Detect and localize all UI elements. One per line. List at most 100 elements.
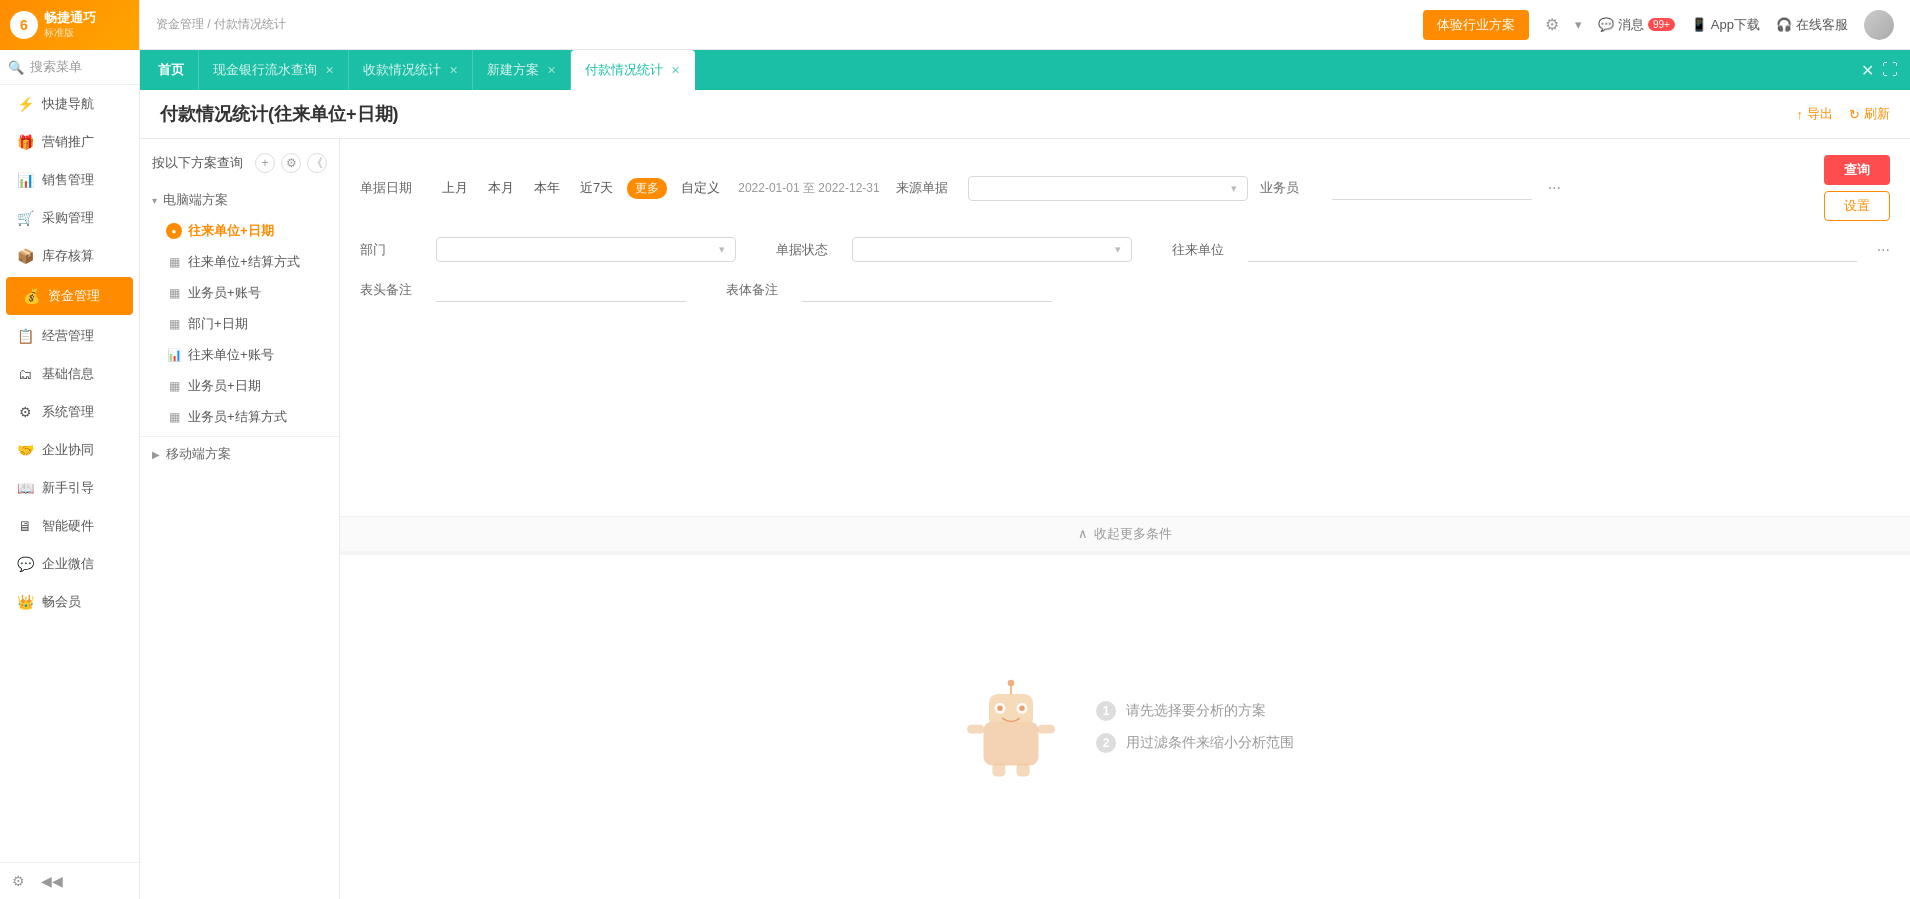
salesman-settlement-icon: ▦ <box>166 409 182 425</box>
main-area: 资金管理 / 付款情况统计 体验行业方案 ⚙ ▾ 💬 消息 99+ 📱 App下… <box>140 0 1910 899</box>
date-range-text: 2022-01-01 至 2022-12-31 <box>738 180 879 197</box>
scheme-settings-btn[interactable]: ⚙ <box>281 153 301 173</box>
tab-bank-flow[interactable]: 现金银行流水查询 ✕ <box>199 50 349 90</box>
sidebar-item-hardware[interactable]: 🖥 智能硬件 <box>0 507 139 545</box>
filter-panel: 单据日期 上月 本月 本年 近7天 更多 自定义 2022-01-01 至 20… <box>340 139 1910 516</box>
messages-badge: 99+ <box>1648 18 1675 31</box>
logo-icon: 6 <box>10 11 38 39</box>
date-last-7-days[interactable]: 近7天 <box>574 177 619 199</box>
date-current-year[interactable]: 本年 <box>528 177 566 199</box>
scheme-item-counterpart-date[interactable]: ● 往来单位+日期 <box>154 216 335 246</box>
doc-status-select[interactable]: ▾ <box>852 237 1132 262</box>
salesman-account-label: 业务员+账号 <box>188 284 261 302</box>
scheme-panel-header: 按以下方案查询 + ⚙ 《 <box>140 149 339 181</box>
sidebar-item-member[interactable]: 👑 畅会员 <box>0 583 139 621</box>
salesman-input[interactable] <box>1332 176 1512 199</box>
tab-payments[interactable]: 付款情况统计 ✕ <box>571 50 695 90</box>
tab-expand-icon[interactable]: ⛶ <box>1882 61 1898 79</box>
scheme-item-dept-date[interactable]: ▦ 部门+日期 <box>154 309 335 339</box>
pc-group-label: 电脑端方案 <box>163 191 228 209</box>
guide-icon: 📖 <box>16 479 34 497</box>
search-menu[interactable]: 🔍 搜索菜单 <box>0 50 139 85</box>
dept-label: 部门 <box>360 241 420 259</box>
service-icon: 🎧 <box>1776 17 1792 32</box>
breadcrumb: 资金管理 / 付款情况统计 <box>156 16 1411 33</box>
app-download-btn[interactable]: 📱 App下载 <box>1691 16 1760 34</box>
date-current-month[interactable]: 本月 <box>482 177 520 199</box>
system-icon: ⚙ <box>16 403 34 421</box>
date-range-block: 2022-01-01 至 2022-12-31 <box>738 180 879 197</box>
empty-hint-1: 1 请先选择要分析的方案 <box>1096 701 1294 721</box>
scheme-mobile-group[interactable]: ▶ 移动端方案 <box>140 436 339 471</box>
sidebar-item-capital[interactable]: 💰 资金管理 <box>6 277 133 315</box>
scheme-item-salesman-settlement[interactable]: ▦ 业务员+结算方式 <box>154 402 335 432</box>
settings-icon[interactable]: ⚙ <box>1545 15 1559 34</box>
mobile-group-arrow: ▶ <box>152 449 160 460</box>
scheme-item-counterpart-account[interactable]: 📊 往来单位+账号 <box>154 340 335 370</box>
tab-new-scheme[interactable]: 新建方案 ✕ <box>473 50 571 90</box>
scheme-item-salesman-date[interactable]: ▦ 业务员+日期 <box>154 371 335 401</box>
hardware-icon: 🖥 <box>16 517 34 535</box>
source-doc-select[interactable]: ▾ <box>968 176 1248 201</box>
tab-bank-flow-close[interactable]: ✕ <box>325 64 334 77</box>
settings-btn[interactable]: 设置 <box>1824 191 1890 221</box>
date-last-month[interactable]: 上月 <box>436 177 474 199</box>
date-custom[interactable]: 自定义 <box>675 177 726 199</box>
dropdown-icon[interactable]: ▾ <box>1575 17 1582 32</box>
sidebar-item-wechat[interactable]: 💬 企业微信 <box>0 545 139 583</box>
footer-collapse-icon[interactable]: ◀◀ <box>41 873 63 889</box>
tab-receipts[interactable]: 收款情况统计 ✕ <box>349 50 473 90</box>
scheme-item-counterpart-settlement[interactable]: ▦ 往来单位+结算方式 <box>154 247 335 277</box>
scheme-item-salesman-account[interactable]: ▦ 业务员+账号 <box>154 278 335 308</box>
sidebar-label-inventory: 库存核算 <box>42 247 94 265</box>
sidebar-item-sales[interactable]: 📊 销售管理 <box>0 161 139 199</box>
counterpart-account-icon: 📊 <box>166 347 182 363</box>
doc-status-value <box>863 242 867 257</box>
table-body-note-input[interactable] <box>802 278 1042 301</box>
sidebar-item-guide[interactable]: 📖 新手引导 <box>0 469 139 507</box>
sidebar-label-wechat: 企业微信 <box>42 555 94 573</box>
tab-close-all-icon[interactable]: ✕ <box>1861 61 1874 80</box>
tab-payments-label: 付款情况统计 <box>585 61 663 79</box>
empty-num-2: 2 <box>1096 733 1116 753</box>
sidebar-item-purchase[interactable]: 🛒 采购管理 <box>0 199 139 237</box>
date-more[interactable]: 更多 <box>627 178 667 199</box>
dept-date-label: 部门+日期 <box>188 315 248 333</box>
online-service-btn[interactable]: 🎧 在线客服 <box>1776 16 1848 34</box>
tab-payments-close[interactable]: ✕ <box>671 64 680 77</box>
export-icon: ↑ <box>1797 107 1804 122</box>
export-btn[interactable]: ↑ 导出 <box>1797 105 1834 123</box>
sidebar-item-system[interactable]: ⚙ 系统管理 <box>0 393 139 431</box>
sidebar-item-operations[interactable]: 📋 经营管理 <box>0 317 139 355</box>
tab-new-scheme-close[interactable]: ✕ <box>547 64 556 77</box>
dept-select[interactable]: ▾ <box>436 237 736 262</box>
scheme-add-btn[interactable]: + <box>255 153 275 173</box>
sidebar-item-enterprise[interactable]: 🤝 企业协同 <box>0 431 139 469</box>
sidebar-label-system: 系统管理 <box>42 403 94 421</box>
sidebar-label-quick-nav: 快捷导航 <box>42 95 94 113</box>
scheme-pc-group-title[interactable]: ▾ 电脑端方案 <box>140 185 339 215</box>
sidebar-item-quick-nav[interactable]: ⚡ 快捷导航 <box>0 85 139 123</box>
refresh-btn[interactable]: ↻ 刷新 <box>1849 105 1890 123</box>
footer-settings-icon[interactable]: ⚙ <box>12 873 25 889</box>
query-btn[interactable]: 查询 <box>1824 155 1890 185</box>
tab-home[interactable]: 首页 <box>144 50 199 90</box>
salesman-dots[interactable]: ··· <box>1548 179 1561 197</box>
sidebar-item-inventory[interactable]: 📦 库存核算 <box>0 237 139 275</box>
empty-hint-2-text: 用过滤条件来缩小分析范围 <box>1126 734 1294 752</box>
industry-btn[interactable]: 体验行业方案 <box>1423 10 1529 40</box>
user-avatar[interactable] <box>1864 10 1894 40</box>
table-header-note-input[interactable] <box>436 278 676 301</box>
sidebar-item-marketing[interactable]: 🎁 营销推广 <box>0 123 139 161</box>
scheme-collapse-btn[interactable]: 《 <box>307 153 327 173</box>
counterpart-label: 往来单位 <box>1172 241 1232 259</box>
tab-receipts-close[interactable]: ✕ <box>449 64 458 77</box>
svg-point-4 <box>997 705 1003 711</box>
counterpart-input[interactable] <box>1248 238 1857 261</box>
sidebar-item-basics[interactable]: 🗂 基础信息 <box>0 355 139 393</box>
app-icon: 📱 <box>1691 17 1707 32</box>
collapse-bar[interactable]: ∧ 收起更多条件 <box>340 516 1910 551</box>
wechat-icon: 💬 <box>16 555 34 573</box>
messages-btn[interactable]: 💬 消息 99+ <box>1598 16 1675 34</box>
counterpart-dots[interactable]: ··· <box>1877 241 1890 259</box>
